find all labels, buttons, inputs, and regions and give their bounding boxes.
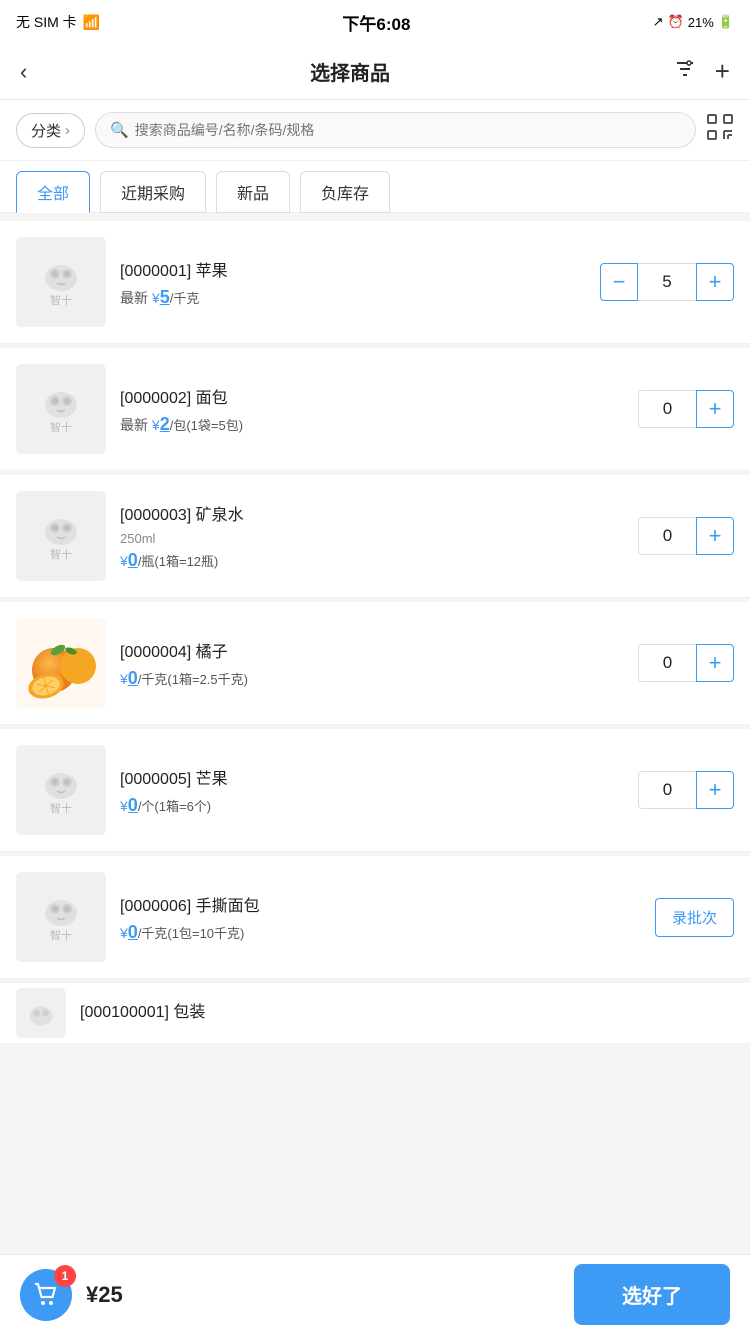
status-time: 下午6:08 bbox=[342, 10, 410, 35]
search-icon: 🔍 bbox=[110, 121, 129, 139]
search-input[interactable] bbox=[135, 122, 681, 138]
product-item: 智十 [0000003] 矿泉水 250ml ¥0/瓶(1箱=12瓶) + bbox=[0, 475, 750, 598]
sim-status: 无 SIM 卡 bbox=[16, 12, 77, 32]
product-price: ¥0/千克(1箱=2.5千克) bbox=[120, 668, 624, 689]
quantity-input[interactable] bbox=[638, 771, 696, 809]
product-price: 最新 ¥2/包(1袋=5包) bbox=[120, 414, 624, 435]
product-price: ¥0/个(1箱=6个) bbox=[120, 795, 624, 816]
product-list: 智十 [0000001] 苹果 最新 ¥5/千克 − + bbox=[0, 221, 750, 1043]
alarm-icon: ⏰ bbox=[668, 14, 684, 30]
product-item: 智十 [0000001] 苹果 最新 ¥5/千克 − + bbox=[0, 221, 750, 344]
category-label: 分类 bbox=[31, 120, 61, 141]
status-left: 无 SIM 卡 📶 bbox=[16, 12, 100, 32]
filter-icon[interactable] bbox=[673, 57, 697, 87]
tabs-bar: 全部 近期采购 新品 负库存 bbox=[0, 161, 750, 213]
quantity-input[interactable] bbox=[638, 644, 696, 682]
nav-right: + bbox=[673, 56, 730, 87]
product-name: [0000001] 苹果 bbox=[120, 257, 586, 281]
product-item: [000100001] 包装 bbox=[0, 983, 750, 1043]
add-button[interactable]: + bbox=[715, 56, 730, 87]
quantity-control: − + bbox=[600, 263, 734, 301]
category-button[interactable]: 分类 › bbox=[16, 113, 85, 148]
increase-button[interactable]: + bbox=[696, 771, 734, 809]
product-info: [0000004] 橘子 ¥0/千克(1箱=2.5千克) bbox=[120, 638, 624, 689]
quantity-input[interactable] bbox=[638, 263, 696, 301]
increase-button[interactable]: + bbox=[696, 517, 734, 555]
product-image: 智十 bbox=[16, 364, 106, 454]
product-name: [0000003] 矿泉水 bbox=[120, 501, 624, 525]
product-name: [0000005] 芒果 bbox=[120, 765, 624, 789]
product-image: 智十 bbox=[16, 872, 106, 962]
product-info: [0000006] 手撕面包 ¥0/千克(1包=10千克) bbox=[120, 892, 641, 943]
tab-all[interactable]: 全部 bbox=[16, 171, 90, 213]
increase-button[interactable]: + bbox=[696, 390, 734, 428]
battery-icon: 🔋 bbox=[718, 14, 734, 30]
product-info: [0000003] 矿泉水 250ml ¥0/瓶(1箱=12瓶) bbox=[120, 501, 624, 571]
increase-button[interactable]: + bbox=[696, 263, 734, 301]
product-name: [0000004] 橘子 bbox=[120, 638, 624, 662]
tab-new[interactable]: 新品 bbox=[216, 171, 290, 213]
product-info: [0000002] 面包 最新 ¥2/包(1袋=5包) bbox=[120, 384, 624, 435]
nav-bar: ‹ 选择商品 + bbox=[0, 44, 750, 100]
product-image: 智十 bbox=[16, 237, 106, 327]
product-item: 智十 [0000005] 芒果 ¥0/个(1箱=6个) + bbox=[0, 729, 750, 852]
product-info: [0000005] 芒果 ¥0/个(1箱=6个) bbox=[120, 765, 624, 816]
increase-button[interactable]: + bbox=[696, 644, 734, 682]
product-image: 智十 bbox=[16, 491, 106, 581]
product-image bbox=[16, 618, 106, 708]
category-chevron-icon: › bbox=[65, 122, 70, 139]
nav-left: ‹ bbox=[20, 59, 27, 85]
product-item: 智十 [0000006] 手撕面包 ¥0/千克(1包=10千克) 录批次 bbox=[0, 856, 750, 979]
product-item: [0000004] 橘子 ¥0/千克(1箱=2.5千克) + bbox=[0, 602, 750, 725]
product-price: ¥0/瓶(1箱=12瓶) bbox=[120, 550, 624, 571]
tab-negative[interactable]: 负库存 bbox=[300, 171, 390, 213]
product-name: [000100001] 包装 bbox=[80, 998, 734, 1022]
quantity-control: + bbox=[638, 517, 734, 555]
product-info: [0000001] 苹果 最新 ¥5/千克 bbox=[120, 257, 586, 308]
wifi-icon: 📶 bbox=[83, 14, 100, 31]
filter-bar: 分类 › 🔍 bbox=[0, 100, 750, 161]
tab-recent[interactable]: 近期采购 bbox=[100, 171, 206, 213]
battery-percent: 21% bbox=[688, 15, 714, 30]
product-info: [000100001] 包装 bbox=[80, 998, 734, 1028]
search-box: 🔍 bbox=[95, 112, 696, 148]
scan-icon[interactable] bbox=[706, 113, 734, 147]
quantity-control: + bbox=[638, 644, 734, 682]
product-spec: 250ml bbox=[120, 531, 624, 546]
cart-button[interactable]: 1 bbox=[20, 1269, 72, 1321]
cart-badge: 1 bbox=[54, 1265, 76, 1287]
bottom-bar: 1 ¥25 选好了 bbox=[0, 1254, 750, 1334]
back-button[interactable]: ‹ bbox=[20, 59, 27, 85]
product-name: [0000002] 面包 bbox=[120, 384, 624, 408]
product-name: [0000006] 手撕面包 bbox=[120, 892, 641, 916]
cart-section: 1 ¥25 bbox=[20, 1269, 123, 1321]
batch-button[interactable]: 录批次 bbox=[655, 898, 734, 937]
location-icon: ↗ bbox=[653, 14, 664, 30]
quantity-control: + bbox=[638, 390, 734, 428]
status-bar: 无 SIM 卡 📶 下午6:08 ↗ ⏰ 21% 🔋 bbox=[0, 0, 750, 44]
product-price: ¥0/千克(1包=10千克) bbox=[120, 922, 641, 943]
quantity-control: 录批次 bbox=[655, 898, 734, 937]
quantity-input[interactable] bbox=[638, 390, 696, 428]
product-item: 智十 [0000002] 面包 最新 ¥2/包(1袋=5包) + bbox=[0, 348, 750, 471]
cart-total: ¥25 bbox=[86, 1282, 123, 1308]
confirm-button[interactable]: 选好了 bbox=[574, 1264, 730, 1325]
product-image bbox=[16, 988, 66, 1038]
quantity-control: + bbox=[638, 771, 734, 809]
decrease-button[interactable]: − bbox=[600, 263, 638, 301]
page-title: 选择商品 bbox=[310, 57, 390, 86]
product-image: 智十 bbox=[16, 745, 106, 835]
status-right: ↗ ⏰ 21% 🔋 bbox=[653, 14, 734, 30]
product-price: 最新 ¥5/千克 bbox=[120, 287, 586, 308]
quantity-input[interactable] bbox=[638, 517, 696, 555]
